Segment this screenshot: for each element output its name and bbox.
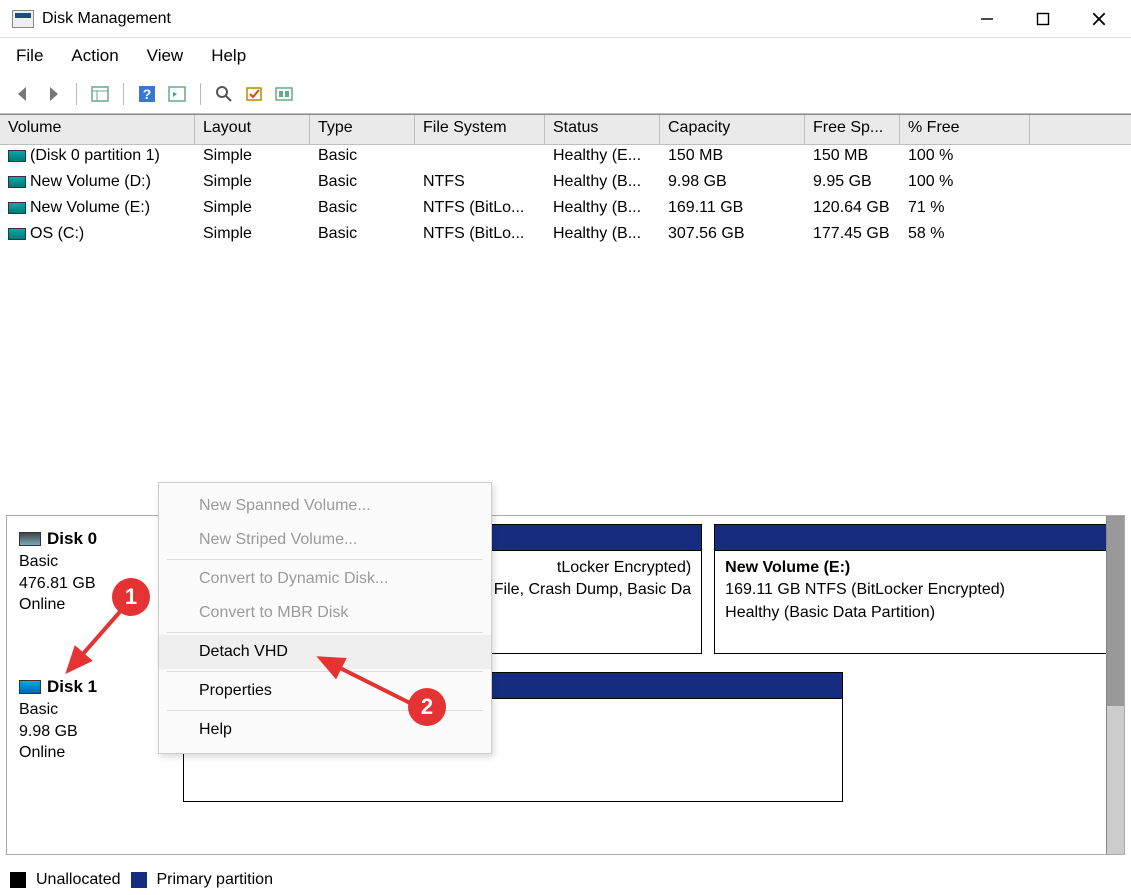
disk-icon: [8, 176, 26, 188]
minimize-button[interactable]: [959, 0, 1015, 38]
menu-file[interactable]: File: [12, 44, 47, 68]
titlebar: Disk Management: [0, 0, 1131, 38]
ctx-new-striped: New Striped Volume...: [159, 523, 491, 557]
forward-button[interactable]: [40, 82, 66, 106]
action-icon[interactable]: [241, 82, 267, 106]
table-row[interactable]: OS (C:) Simple Basic NTFS (BitLo... Heal…: [0, 223, 1131, 249]
disk1-label[interactable]: Disk 1 Basic 9.98 GB Online: [17, 672, 173, 802]
table-row[interactable]: (Disk 0 partition 1) Simple Basic Health…: [0, 145, 1131, 171]
disk-icon: [8, 202, 26, 214]
help-icon[interactable]: ?: [134, 82, 160, 106]
col-pct[interactable]: % Free: [900, 115, 1030, 144]
maximize-button[interactable]: [1015, 0, 1071, 38]
col-layout[interactable]: Layout: [195, 115, 310, 144]
menu-view[interactable]: View: [143, 44, 188, 68]
ctx-convert-mbr: Convert to MBR Disk: [159, 596, 491, 630]
table-row[interactable]: New Volume (D:) Simple Basic NTFS Health…: [0, 171, 1131, 197]
swatch-unallocated: [10, 872, 26, 888]
menubar: File Action View Help: [0, 38, 1131, 78]
window-title: Disk Management: [42, 10, 171, 28]
ctx-new-spanned: New Spanned Volume...: [159, 489, 491, 523]
annotation-arrow-2: [305, 648, 425, 718]
ctx-convert-dynamic: Convert to Dynamic Disk...: [159, 562, 491, 596]
annotation-badge-1: 1: [112, 578, 150, 616]
menu-help[interactable]: Help: [207, 44, 250, 68]
col-type[interactable]: Type: [310, 115, 415, 144]
col-volume[interactable]: Volume: [0, 115, 195, 144]
col-capacity[interactable]: Capacity: [660, 115, 805, 144]
app-icon: [12, 10, 34, 28]
col-status[interactable]: Status: [545, 115, 660, 144]
disk0-partition-e[interactable]: New Volume (E:) 169.11 GB NTFS (BitLocke…: [714, 524, 1114, 654]
settings-icon[interactable]: [271, 82, 297, 106]
close-button[interactable]: [1071, 0, 1127, 38]
rescan-icon[interactable]: [211, 82, 237, 106]
annotation-badge-2: 2: [408, 688, 446, 726]
disk-icon: [8, 228, 26, 240]
vertical-scrollbar[interactable]: [1106, 516, 1124, 854]
disk-icon: [8, 150, 26, 162]
show-hide-tree-icon[interactable]: [87, 82, 113, 106]
volume-list: Volume Layout Type File System Status Ca…: [0, 114, 1131, 509]
menu-action[interactable]: Action: [67, 44, 122, 68]
toolbar: ?: [0, 78, 1131, 114]
legend: Unallocated Primary partition: [10, 871, 273, 889]
swatch-primary: [131, 872, 147, 888]
col-free[interactable]: Free Sp...: [805, 115, 900, 144]
back-button[interactable]: [10, 82, 36, 106]
svg-text:?: ?: [143, 86, 152, 102]
refresh-icon[interactable]: [164, 82, 190, 106]
col-filesystem[interactable]: File System: [415, 115, 545, 144]
disk-icon: [19, 532, 41, 546]
disk-icon: [19, 680, 41, 694]
volume-header-row: Volume Layout Type File System Status Ca…: [0, 115, 1131, 145]
table-row[interactable]: New Volume (E:) Simple Basic NTFS (BitLo…: [0, 197, 1131, 223]
